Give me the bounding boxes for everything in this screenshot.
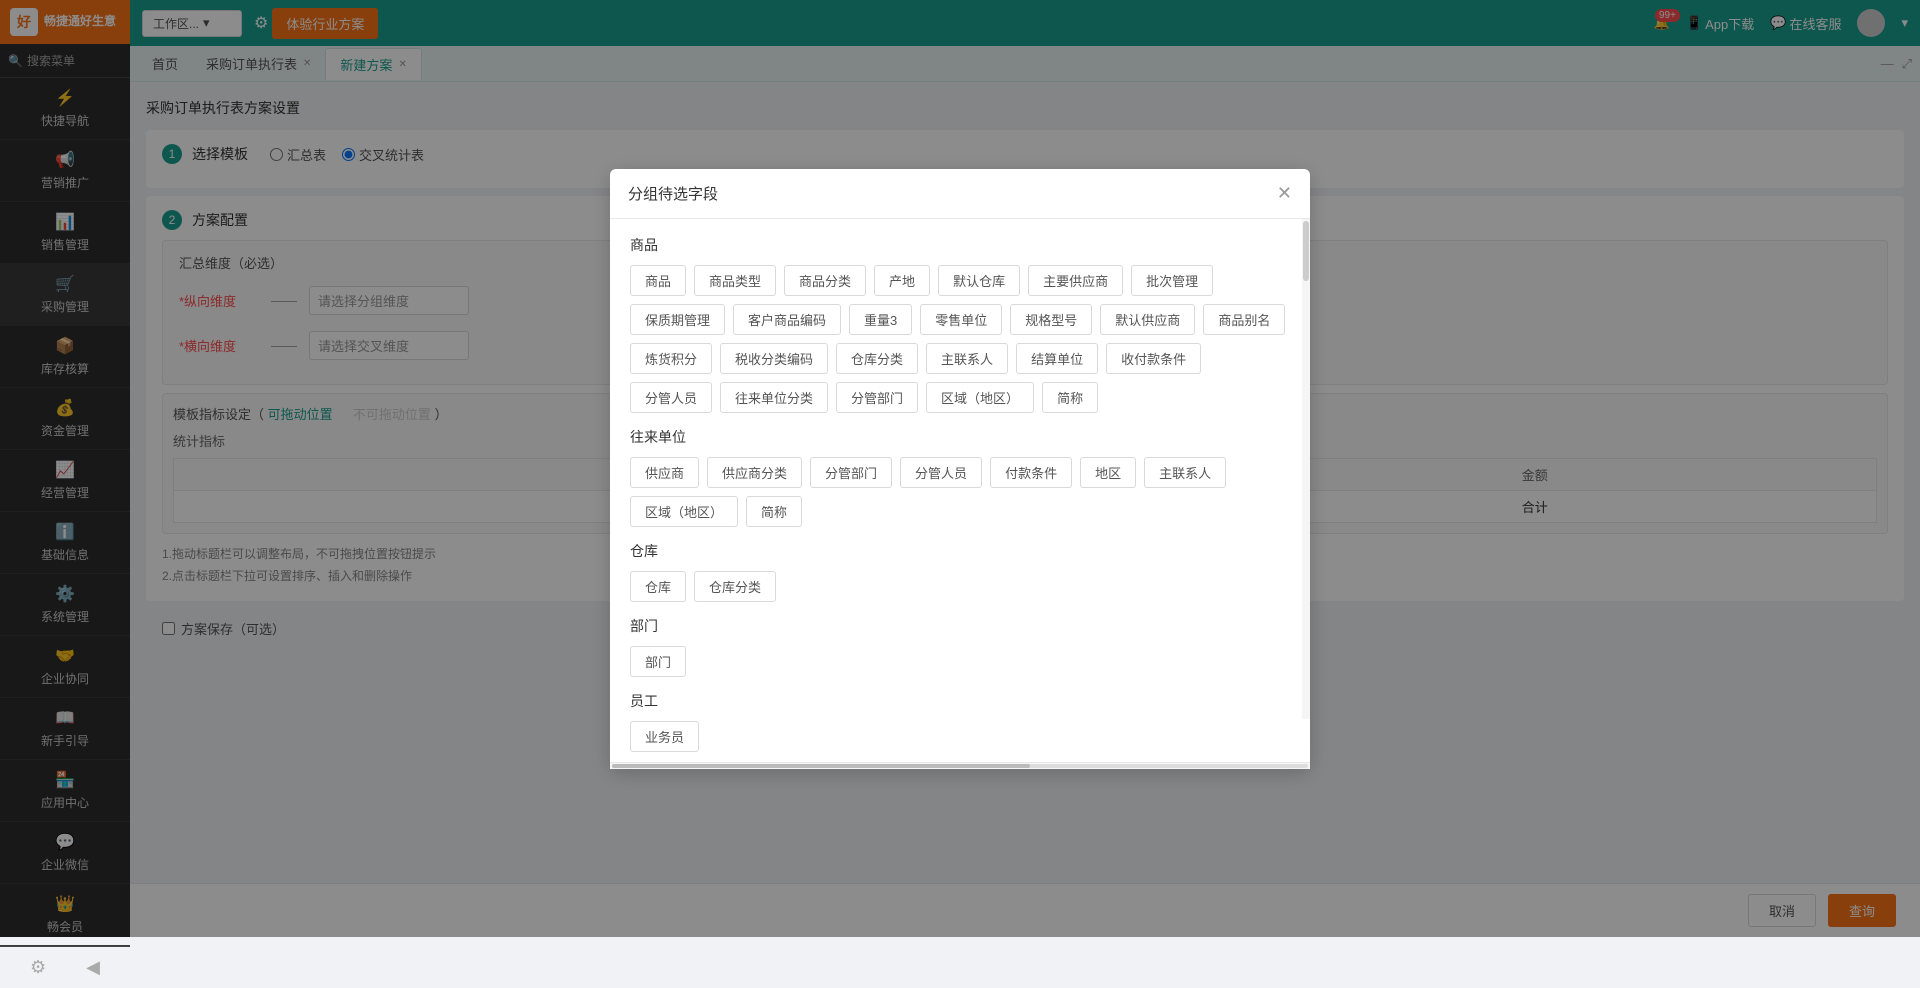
field-tag[interactable]: 地区 bbox=[1080, 457, 1136, 488]
field-tag[interactable]: 区域（地区） bbox=[926, 382, 1034, 413]
field-tag[interactable]: 税收分类编码 bbox=[720, 343, 828, 374]
field-tag[interactable]: 炼货积分 bbox=[630, 343, 712, 374]
field-tag[interactable]: 默认仓库 bbox=[938, 265, 1020, 296]
field-tag[interactable]: 批次管理 bbox=[1131, 265, 1213, 296]
hscrollbar-thumb bbox=[612, 764, 1030, 768]
section-staff-tags: 业务员 bbox=[630, 721, 1290, 752]
field-tag[interactable]: 往来单位分类 bbox=[720, 382, 828, 413]
modal-overlay[interactable]: 分组待选字段 ✕ 商品 商品商品类型商品分类产地默认仓库主要供应商批次管理保质期… bbox=[0, 0, 1920, 937]
vscrollbar-thumb bbox=[1303, 221, 1309, 281]
field-tag[interactable]: 主联系人 bbox=[926, 343, 1008, 374]
modal-close-btn[interactable]: ✕ bbox=[1277, 183, 1292, 204]
field-tag[interactable]: 零售单位 bbox=[920, 304, 1002, 335]
field-tag[interactable]: 商品别名 bbox=[1203, 304, 1285, 335]
settings-bottom-btn[interactable]: ⚙ bbox=[30, 957, 46, 978]
modal-header: 分组待选字段 ✕ bbox=[610, 169, 1310, 219]
field-tag[interactable]: 商品 bbox=[630, 265, 686, 296]
field-tag[interactable]: 供应商 bbox=[630, 457, 699, 488]
collapse-btn[interactable]: ◀ bbox=[86, 957, 100, 978]
field-select-modal: 分组待选字段 ✕ 商品 商品商品类型商品分类产地默认仓库主要供应商批次管理保质期… bbox=[610, 169, 1310, 769]
modal-body: 商品 商品商品类型商品分类产地默认仓库主要供应商批次管理保质期管理客户商品编码重… bbox=[610, 219, 1310, 762]
field-tag[interactable]: 仓库分类 bbox=[694, 571, 776, 602]
field-tag[interactable]: 业务员 bbox=[630, 721, 699, 752]
field-tag[interactable]: 分管部门 bbox=[810, 457, 892, 488]
field-tag[interactable]: 规格型号 bbox=[1010, 304, 1092, 335]
section-goods-title: 商品 bbox=[630, 235, 1290, 255]
hscrollbar-track bbox=[612, 764, 1308, 768]
field-tag[interactable]: 主联系人 bbox=[1144, 457, 1226, 488]
section-partner-title: 往来单位 bbox=[630, 427, 1290, 447]
field-tag[interactable]: 仓库分类 bbox=[836, 343, 918, 374]
field-tag[interactable]: 主要供应商 bbox=[1028, 265, 1123, 296]
modal-hscrollbar[interactable] bbox=[610, 762, 1310, 769]
field-tag[interactable]: 产地 bbox=[874, 265, 930, 296]
section-goods-tags: 商品商品类型商品分类产地默认仓库主要供应商批次管理保质期管理客户商品编码重量3 零… bbox=[630, 265, 1290, 413]
field-tag[interactable]: 客户商品编码 bbox=[733, 304, 841, 335]
field-tag[interactable]: 仓库 bbox=[630, 571, 686, 602]
section-warehouse-title: 仓库 bbox=[630, 541, 1290, 561]
field-tag[interactable]: 默认供应商 bbox=[1100, 304, 1195, 335]
field-tag[interactable]: 分管人员 bbox=[900, 457, 982, 488]
field-tag[interactable]: 供应商分类 bbox=[707, 457, 802, 488]
field-tag[interactable]: 区域（地区） bbox=[630, 496, 738, 527]
section-warehouse-tags: 仓库仓库分类 bbox=[630, 571, 1290, 602]
sidebar-bottom: ⚙ ◀ bbox=[0, 946, 130, 988]
field-tag[interactable]: 商品类型 bbox=[694, 265, 776, 296]
field-tag[interactable]: 分管人员 bbox=[630, 382, 712, 413]
field-tag[interactable]: 付款条件 bbox=[990, 457, 1072, 488]
modal-title: 分组待选字段 bbox=[628, 183, 718, 204]
section-dept-tags: 部门 bbox=[630, 646, 1290, 677]
field-tag[interactable]: 部门 bbox=[630, 646, 686, 677]
field-tag[interactable]: 简称 bbox=[1042, 382, 1098, 413]
field-tag[interactable]: 保质期管理 bbox=[630, 304, 725, 335]
section-partner-tags: 供应商供应商分类分管部门分管人员付款条件地区主联系人区域（地区） 简称 bbox=[630, 457, 1290, 527]
section-staff-title: 员工 bbox=[630, 691, 1290, 711]
field-tag[interactable]: 重量3 bbox=[849, 304, 912, 335]
field-tag[interactable]: 简称 bbox=[746, 496, 802, 527]
section-dept-title: 部门 bbox=[630, 616, 1290, 636]
field-tag[interactable]: 收付款条件 bbox=[1106, 343, 1201, 374]
field-tag[interactable]: 商品分类 bbox=[784, 265, 866, 296]
modal-vscrollbar[interactable] bbox=[1302, 219, 1310, 719]
field-tag[interactable]: 分管部门 bbox=[836, 382, 918, 413]
field-tag[interactable]: 结算单位 bbox=[1016, 343, 1098, 374]
